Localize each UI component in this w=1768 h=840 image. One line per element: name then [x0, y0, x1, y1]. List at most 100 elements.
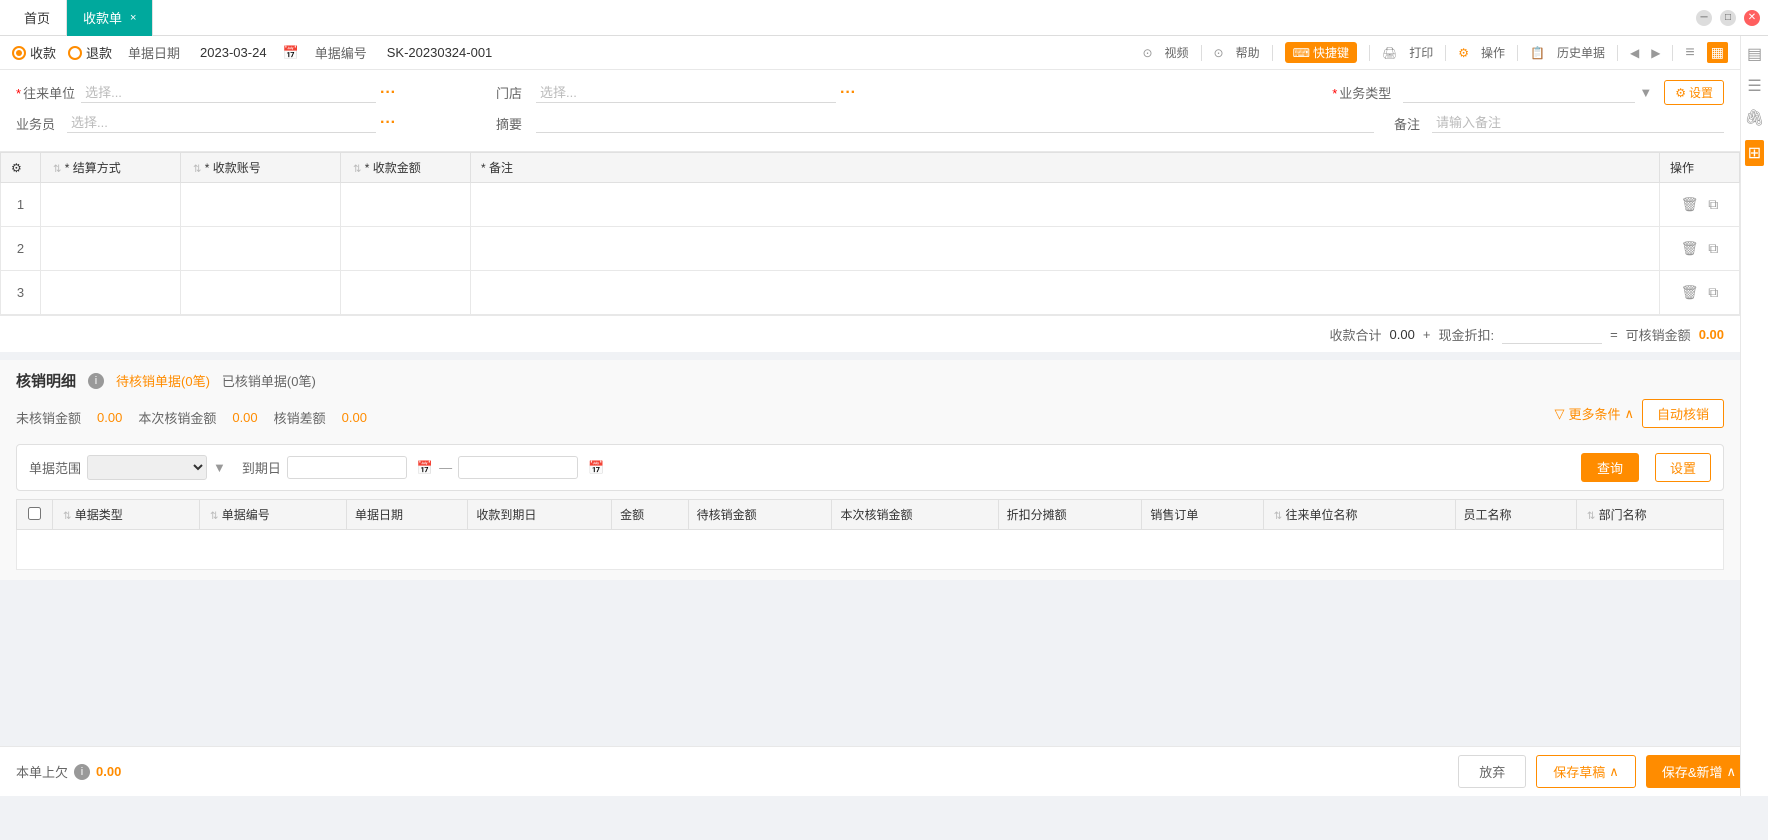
- close-btn[interactable]: ✕: [1744, 10, 1760, 26]
- delete-icon-1[interactable]: 🗑: [1681, 196, 1699, 212]
- remark-input[interactable]: [1432, 113, 1724, 133]
- counterpart-ellipsis[interactable]: ···: [380, 84, 396, 102]
- discount-input[interactable]: [1502, 324, 1602, 344]
- grid-icon[interactable]: ▦: [1707, 42, 1728, 63]
- staff-input[interactable]: [67, 113, 376, 133]
- store-input[interactable]: [536, 83, 836, 103]
- staff-ellipsis[interactable]: ···: [380, 114, 396, 132]
- verify-info-icon[interactable]: i: [88, 373, 104, 389]
- amount-cell-2[interactable]: [341, 227, 471, 271]
- dept-name-header: ⇅ 部门名称: [1576, 500, 1723, 530]
- arrow-left-icon[interactable]: ◀: [1630, 46, 1639, 60]
- settle-input-3[interactable]: [41, 271, 180, 314]
- tab-receipts[interactable]: 收款单 ×: [67, 0, 153, 36]
- account-cell-2[interactable]: [181, 227, 341, 271]
- settle-cell-1[interactable]: [41, 183, 181, 227]
- info-icon-footer[interactable]: i: [74, 764, 90, 780]
- receipt-type-radio-group: 收款 退款: [12, 43, 112, 62]
- summary-input[interactable]: [536, 113, 1374, 133]
- account-input-1[interactable]: [181, 183, 340, 226]
- business-type-input[interactable]: 预收款: [1403, 83, 1635, 103]
- save-draft-btn[interactable]: 保存草稿 ∧: [1536, 755, 1636, 788]
- amount-input-3[interactable]: [341, 271, 470, 314]
- settle-header: ⇅ * 结算方式: [41, 153, 181, 183]
- tab-pending[interactable]: 待核销单据(0笔): [116, 371, 210, 390]
- checkbox-header[interactable]: [17, 500, 53, 530]
- counterpart-field: 往来单位 ···: [16, 83, 396, 103]
- auto-verify-btn[interactable]: 自动核销: [1642, 399, 1724, 428]
- remark-cell-3[interactable]: [471, 271, 1660, 315]
- counterpart-input[interactable]: [81, 83, 376, 103]
- gear-header[interactable]: ⚙: [1, 153, 41, 183]
- date-to-input[interactable]: 2022-04-12: [458, 456, 578, 479]
- amount-cell-3[interactable]: [341, 271, 471, 315]
- sidebar-table-icon[interactable]: ▤: [1747, 44, 1762, 64]
- sidebar-frame-icon[interactable]: ⊞: [1745, 140, 1764, 166]
- copy-icon-3[interactable]: ⧉: [1708, 284, 1718, 300]
- store-ellipsis[interactable]: ···: [840, 84, 856, 102]
- setting-btn[interactable]: ⚙ 设置: [1664, 80, 1724, 105]
- sidebar-clip-icon[interactable]: 🖇: [1744, 108, 1764, 128]
- amount-input-2[interactable]: [341, 227, 470, 270]
- settle-cell-3[interactable]: [41, 271, 181, 315]
- shortcut-btn[interactable]: ⌨ 快捷键: [1285, 42, 1357, 63]
- staff-name-header: 员工名称: [1455, 500, 1576, 530]
- footer-left: 本单上欠 i 0.00: [16, 762, 121, 781]
- delete-icon-2[interactable]: 🗑: [1681, 240, 1699, 256]
- video-btn[interactable]: 视频: [1165, 44, 1189, 61]
- save-new-btn[interactable]: 保存&新增 ∧: [1646, 755, 1752, 788]
- account-input-3[interactable]: [181, 271, 340, 314]
- tab-home[interactable]: 首页: [8, 0, 67, 36]
- sales-order-header: 销售订单: [1142, 500, 1263, 530]
- print-btn[interactable]: 打印: [1409, 44, 1433, 61]
- settle-cell-2[interactable]: [41, 227, 181, 271]
- tab-verified[interactable]: 已核销单据(0笔): [222, 371, 316, 390]
- remark-cell-2[interactable]: [471, 227, 1660, 271]
- search-setting-btn[interactable]: 设置: [1655, 453, 1711, 482]
- tab-close-btn[interactable]: ×: [130, 12, 136, 24]
- video-icon: ⊙: [1142, 46, 1152, 60]
- calendar-from-icon[interactable]: 📅: [417, 460, 433, 476]
- select-all-checkbox[interactable]: [28, 507, 41, 520]
- range-select[interactable]: [87, 455, 207, 480]
- menu-icon[interactable]: ≡: [1685, 44, 1694, 62]
- arrow-right-icon[interactable]: ▶: [1651, 46, 1660, 60]
- settle-input-1[interactable]: [41, 183, 180, 226]
- operation-btn[interactable]: 操作: [1481, 44, 1505, 61]
- radio-refund[interactable]: 退款: [68, 43, 112, 62]
- copy-icon-2[interactable]: ⧉: [1708, 240, 1718, 256]
- remark-cell-1[interactable]: [471, 183, 1660, 227]
- amount-cell-1[interactable]: [341, 183, 471, 227]
- account-cell-1[interactable]: [181, 183, 341, 227]
- remark-input-3[interactable]: [471, 271, 1659, 314]
- range-dropdown-arrow[interactable]: ▼: [213, 460, 226, 475]
- date-from-input[interactable]: 2022-04-01: [287, 456, 407, 479]
- sidebar-list-icon[interactable]: ☰: [1747, 76, 1761, 96]
- copy-icon-1[interactable]: ⧉: [1708, 196, 1718, 212]
- save-draft-label: 保存草稿: [1553, 762, 1605, 781]
- account-cell-3[interactable]: [181, 271, 341, 315]
- minimize-btn[interactable]: ─: [1696, 10, 1712, 26]
- help-btn[interactable]: 帮助: [1236, 44, 1260, 61]
- restore-btn[interactable]: □: [1720, 10, 1736, 26]
- number-value: SK-20230324-001: [387, 45, 493, 60]
- calendar-icon[interactable]: 📅: [283, 45, 299, 61]
- remark-input-1[interactable]: [471, 183, 1659, 226]
- divider7: [1672, 45, 1673, 61]
- history-btn[interactable]: 历史单据: [1557, 44, 1605, 61]
- more-conditions-btn[interactable]: ▽ 更多条件 ∧: [1554, 404, 1634, 423]
- toolbar-right: ⊙ 视频 ⊙ 帮助 ⌨ 快捷键 🖨 打印 ⚙ 操作: [1142, 42, 1728, 63]
- calendar-to-icon[interactable]: 📅: [588, 460, 604, 476]
- query-btn[interactable]: 查询: [1581, 453, 1639, 482]
- delete-icon-3[interactable]: 🗑: [1681, 284, 1699, 300]
- business-type-arrow[interactable]: ▼: [1639, 85, 1652, 100]
- remark-input-2[interactable]: [471, 227, 1659, 270]
- staff-label: 业务员: [16, 114, 55, 133]
- amount-input-1[interactable]: [341, 183, 470, 226]
- account-sort-icon: ⇅: [193, 164, 201, 175]
- settle-input-2[interactable]: [41, 227, 180, 270]
- radio-receipt[interactable]: 收款: [12, 43, 56, 62]
- unverified-amount-value: 0.00: [97, 410, 122, 425]
- abandon-btn[interactable]: 放弃: [1458, 755, 1526, 788]
- account-input-2[interactable]: [181, 227, 340, 270]
